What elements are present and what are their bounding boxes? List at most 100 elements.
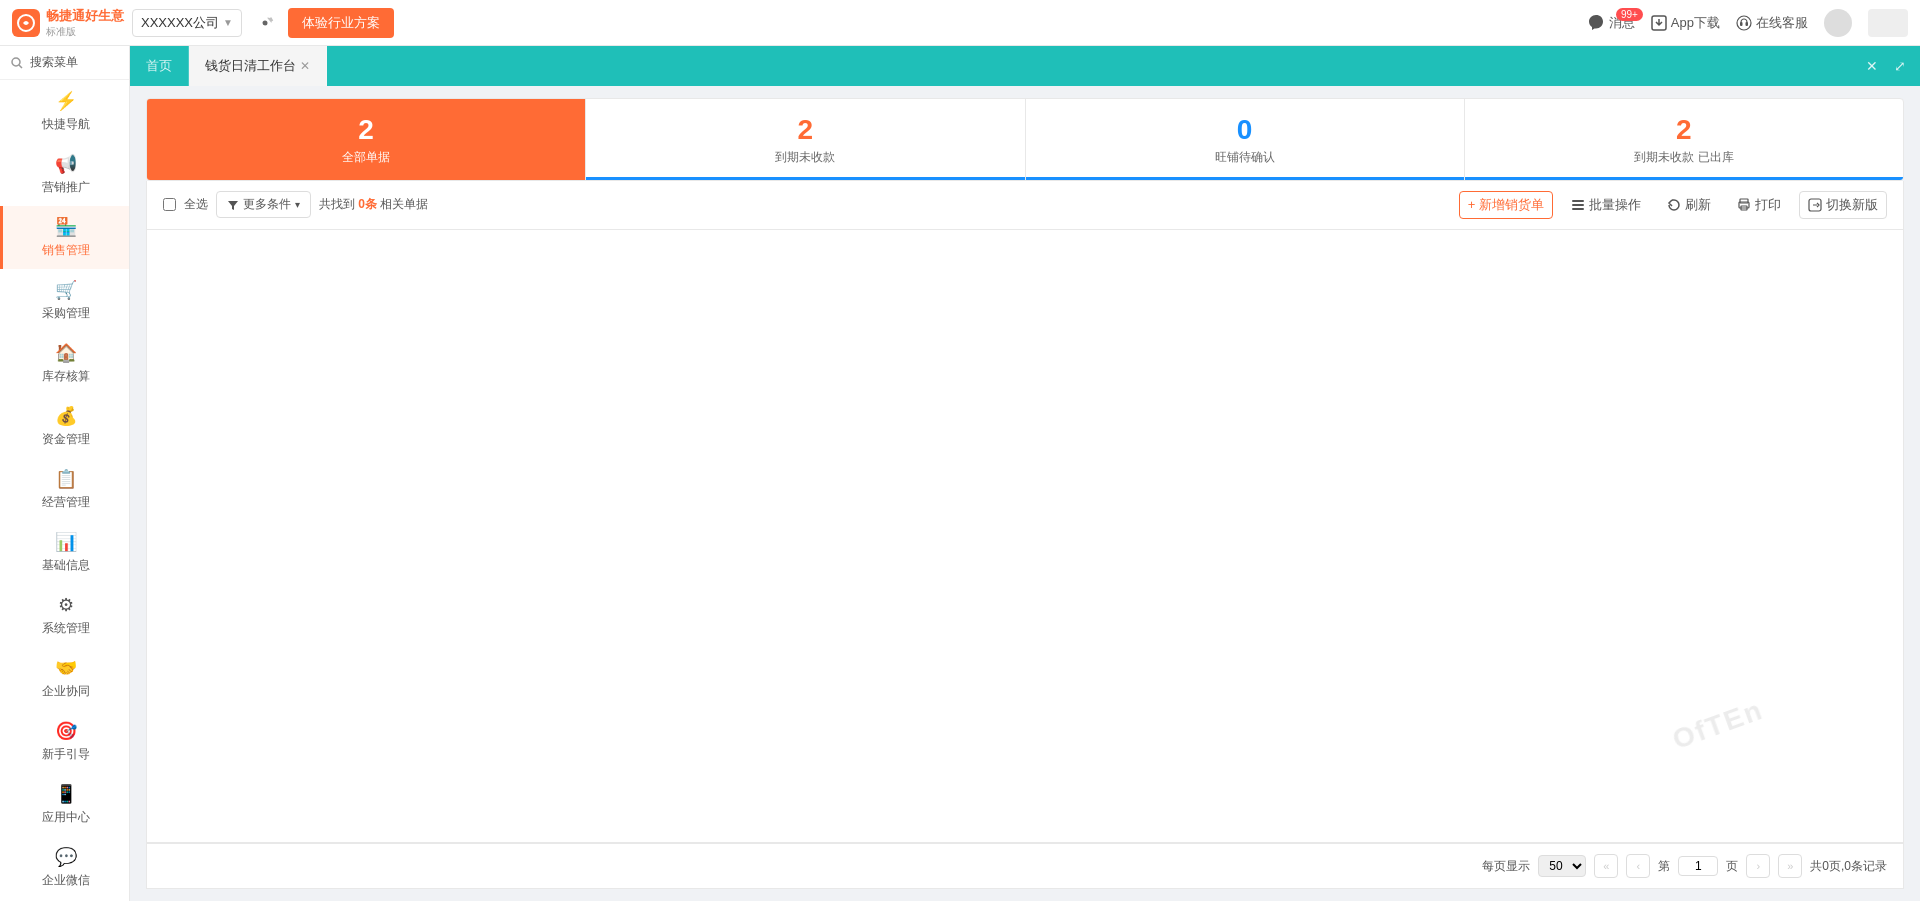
print-label: 打印 bbox=[1755, 196, 1781, 214]
filter-button[interactable]: 更多条件 ▾ bbox=[216, 191, 311, 218]
trial-button[interactable]: 体验行业方案 bbox=[288, 8, 394, 38]
stats-row: 2 全部单据 2 到期未收款 0 旺铺待确认 2 到期未收款 已出库 bbox=[146, 98, 1904, 181]
marketing-label: 营销推广 bbox=[42, 179, 90, 196]
close-tab-button[interactable]: ✕ bbox=[1860, 54, 1884, 78]
inventory-label: 库存核算 bbox=[42, 368, 90, 385]
refresh-button[interactable]: 刷新 bbox=[1659, 192, 1719, 218]
sidebar-item-sales[interactable]: 🏪 销售管理 bbox=[0, 206, 129, 269]
stat-shipped[interactable]: 2 到期未收款 已出库 bbox=[1465, 99, 1903, 180]
sidebar-item-inventory[interactable]: 🏠 库存核算 bbox=[0, 332, 129, 395]
switch-icon bbox=[1808, 198, 1822, 212]
sidebar-item-marketing[interactable]: 📢 营销推广 bbox=[0, 143, 129, 206]
stat-pending[interactable]: 0 旺铺待确认 bbox=[1026, 99, 1465, 180]
sidebar-item-system[interactable]: ⚙ 系统管理 bbox=[0, 584, 129, 647]
tab-bar: 首页 钱货日清工作台 ✕ ✕ ⤢ bbox=[130, 46, 1920, 86]
tab-actions: ✕ ⤢ bbox=[1860, 54, 1920, 78]
company-selector[interactable]: XXXXXX公司 ▼ bbox=[132, 9, 242, 37]
sidebar-item-quick-nav[interactable]: ⚡ 快捷导航 bbox=[0, 80, 129, 143]
sidebar-item-wechat[interactable]: 💬 企业微信 bbox=[0, 836, 129, 899]
sidebar-item-management[interactable]: 📋 经营管理 bbox=[0, 458, 129, 521]
stat-pending-num: 0 bbox=[1046, 113, 1444, 147]
select-all-checkbox[interactable] bbox=[163, 198, 176, 211]
sales-icon: 🏪 bbox=[55, 216, 77, 238]
page-input[interactable] bbox=[1678, 856, 1718, 876]
avatar[interactable] bbox=[1824, 9, 1852, 37]
stat-overdue[interactable]: 2 到期未收款 bbox=[586, 99, 1025, 180]
tab-home[interactable]: 首页 bbox=[130, 46, 189, 86]
stat-all[interactable]: 2 全部单据 bbox=[147, 99, 586, 180]
sidebar-item-purchase[interactable]: 🛒 采购管理 bbox=[0, 269, 129, 332]
switch-label: 切换新版 bbox=[1826, 196, 1878, 214]
system-icon: ⚙ bbox=[58, 594, 74, 616]
management-icon: 📋 bbox=[55, 468, 77, 490]
found-suffix: 相关单据 bbox=[380, 197, 428, 211]
first-page-button[interactable]: « bbox=[1594, 854, 1618, 878]
next-page-button[interactable]: › bbox=[1746, 854, 1770, 878]
app-download-button[interactable]: App下载 bbox=[1651, 14, 1720, 32]
content-area: 首页 钱货日清工作台 ✕ ✕ ⤢ 2 全部单据 2 到期未收款 bbox=[130, 46, 1920, 901]
close-tab-icon[interactable]: ✕ bbox=[300, 59, 310, 73]
basic-info-label: 基础信息 bbox=[42, 557, 90, 574]
found-count: 0条 bbox=[358, 197, 377, 211]
company-name: XXXXXX公司 bbox=[141, 14, 219, 32]
sidebar-item-basic-info[interactable]: 📊 基础信息 bbox=[0, 521, 129, 584]
select-all-label[interactable]: 全选 bbox=[184, 196, 208, 213]
prev-page-button[interactable]: ‹ bbox=[1626, 854, 1650, 878]
main-layout: 搜索菜单 ⚡ 快捷导航 📢 营销推广 🏪 销售管理 🛒 采购管理 🏠 库存核算 … bbox=[0, 46, 1920, 901]
switch-version-button[interactable]: 切换新版 bbox=[1799, 191, 1887, 219]
online-service-label: 在线客服 bbox=[1756, 14, 1808, 32]
guide-label: 新手引导 bbox=[42, 746, 90, 763]
toolbar: 全选 更多条件 ▾ 共找到 0条 相关单据 + 新增销货单 bbox=[146, 181, 1904, 230]
user-menu[interactable] bbox=[1868, 9, 1908, 37]
svg-rect-6 bbox=[1572, 200, 1584, 202]
found-prefix: 共找到 bbox=[319, 197, 355, 211]
guide-icon: 🎯 bbox=[55, 720, 77, 742]
header-left: 畅捷通好生意 标准版 XXXXXX公司 ▼ 体验行业方案 bbox=[12, 7, 394, 39]
sidebar-search[interactable]: 搜索菜单 bbox=[0, 46, 129, 80]
svg-rect-3 bbox=[1740, 22, 1743, 26]
stat-pending-label: 旺铺待确认 bbox=[1046, 149, 1444, 166]
page-label: 第 bbox=[1658, 858, 1670, 875]
filter-icon bbox=[227, 199, 239, 211]
sidebar-item-guide[interactable]: 🎯 新手引导 bbox=[0, 710, 129, 773]
logo-title: 畅捷通好生意 bbox=[46, 7, 124, 25]
stat-all-label: 全部单据 bbox=[167, 149, 565, 166]
print-icon bbox=[1737, 198, 1751, 212]
tab-workbench[interactable]: 钱货日清工作台 ✕ bbox=[189, 46, 327, 86]
tab-workbench-label: 钱货日清工作台 bbox=[205, 57, 296, 75]
top-header: 畅捷通好生意 标准版 XXXXXX公司 ▼ 体验行业方案 消息 99+ App下… bbox=[0, 0, 1920, 46]
online-service-button[interactable]: 在线客服 bbox=[1736, 14, 1808, 32]
stat-overdue-num: 2 bbox=[606, 113, 1004, 147]
per-page-select[interactable]: 50 bbox=[1538, 855, 1586, 877]
svg-point-2 bbox=[1737, 16, 1751, 30]
refresh-icon bbox=[1667, 198, 1681, 212]
message-button[interactable]: 消息 99+ bbox=[1587, 14, 1635, 32]
batch-icon bbox=[1571, 198, 1585, 212]
sidebar-item-app-center[interactable]: 📱 应用中心 bbox=[0, 773, 129, 836]
sidebar-item-finance[interactable]: 💰 资金管理 bbox=[0, 395, 129, 458]
add-sale-button[interactable]: + 新增销货单 bbox=[1459, 191, 1553, 219]
app-download-label: App下载 bbox=[1671, 14, 1720, 32]
found-text: 共找到 0条 相关单据 bbox=[319, 196, 428, 213]
settings-button[interactable] bbox=[250, 8, 280, 38]
basic-info-icon: 📊 bbox=[55, 531, 77, 553]
last-page-button[interactable]: » bbox=[1778, 854, 1802, 878]
enterprise-icon: 🤝 bbox=[55, 657, 77, 679]
batch-button[interactable]: 批量操作 bbox=[1563, 192, 1649, 218]
sidebar: 搜索菜单 ⚡ 快捷导航 📢 营销推广 🏪 销售管理 🛒 采购管理 🏠 库存核算 … bbox=[0, 46, 130, 901]
logo-icon bbox=[12, 9, 40, 37]
app-center-icon: 📱 bbox=[55, 783, 77, 805]
header-right: 消息 99+ App下载 在线客服 bbox=[1587, 9, 1908, 37]
logo-text-area: 畅捷通好生意 标准版 bbox=[46, 7, 124, 39]
expand-tab-button[interactable]: ⤢ bbox=[1888, 54, 1912, 78]
purchase-icon: 🛒 bbox=[55, 279, 77, 301]
refresh-label: 刷新 bbox=[1685, 196, 1711, 214]
marketing-icon: 📢 bbox=[55, 153, 77, 175]
svg-rect-7 bbox=[1572, 204, 1584, 206]
sidebar-item-enterprise[interactable]: 🤝 企业协同 bbox=[0, 647, 129, 710]
stat-all-num: 2 bbox=[167, 113, 565, 147]
print-button[interactable]: 打印 bbox=[1729, 192, 1789, 218]
sales-label: 销售管理 bbox=[42, 242, 90, 259]
svg-rect-4 bbox=[1746, 22, 1749, 26]
logo-area: 畅捷通好生意 标准版 bbox=[12, 7, 124, 39]
